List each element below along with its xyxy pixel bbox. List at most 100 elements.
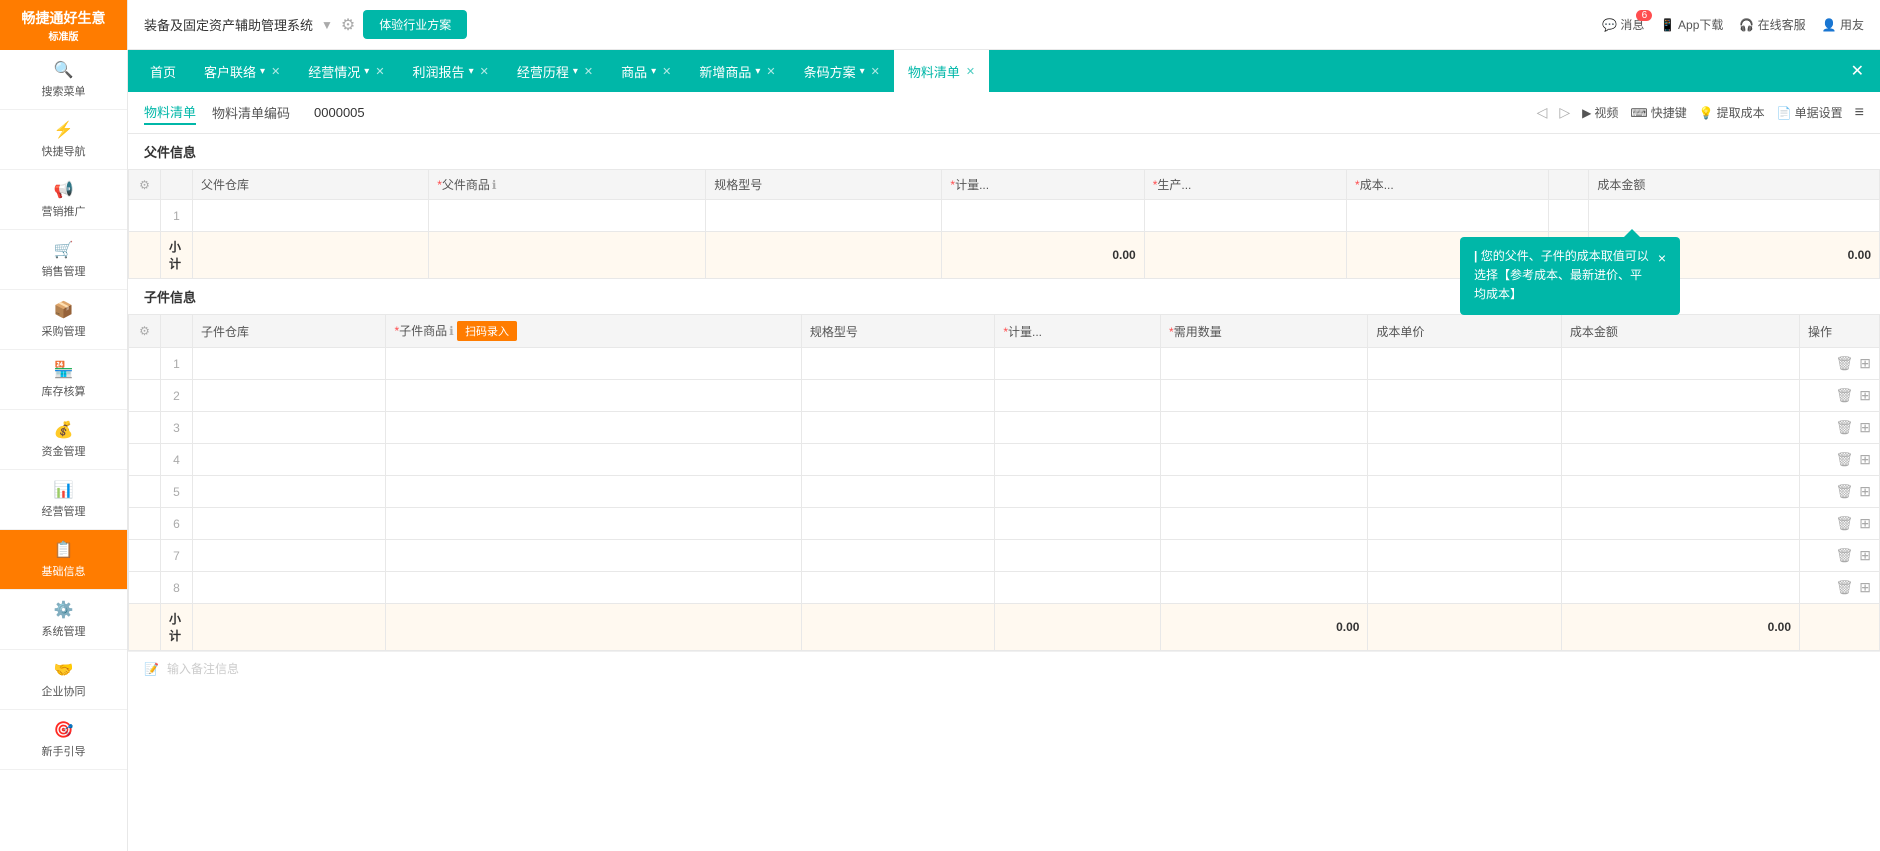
- child-row3-unit-cost[interactable]: [1368, 412, 1561, 444]
- sidebar-item-guide[interactable]: 🎯新手引导: [0, 710, 127, 770]
- child-row4-warehouse[interactable]: [193, 444, 386, 476]
- child-row2-spec[interactable]: [801, 380, 994, 412]
- child-row7-spec[interactable]: [801, 540, 994, 572]
- child-row2-delete-icon[interactable]: 🗑: [1835, 387, 1853, 404]
- child-row7-goods[interactable]: [386, 540, 801, 572]
- settings-gear-icon[interactable]: ⚙: [341, 15, 355, 35]
- parent-row1-spec[interactable]: [706, 200, 942, 232]
- parent-row1-qty[interactable]: [942, 200, 1144, 232]
- nav-tab-bom[interactable]: 物料清单✕: [894, 50, 989, 92]
- parent-row1-produce[interactable]: [1144, 200, 1346, 232]
- nav-tab-profit[interactable]: 利润报告▾✕: [399, 50, 503, 92]
- sidebar-item-enterprise[interactable]: 🤝企业协同: [0, 650, 127, 710]
- tab-close-profit[interactable]: ✕: [480, 65, 489, 78]
- child-row4-needed[interactable]: [1161, 444, 1368, 476]
- child-row3-warehouse[interactable]: [193, 412, 386, 444]
- sidebar-item-search[interactable]: 🔍搜索菜单: [0, 50, 127, 110]
- child-row4-delete-icon[interactable]: 🗑: [1835, 451, 1853, 468]
- child-row6-spec[interactable]: [801, 508, 994, 540]
- sidebar-item-marketing[interactable]: 📢营销推广: [0, 170, 127, 230]
- nav-tab-barcode[interactable]: 条码方案▾✕: [790, 50, 894, 92]
- nav-tab-new-goods[interactable]: 新增商品▾✕: [685, 50, 789, 92]
- child-row8-needed[interactable]: [1161, 572, 1368, 604]
- child-row5-needed[interactable]: [1161, 476, 1368, 508]
- note-placeholder[interactable]: 输入备注信息: [167, 660, 239, 677]
- child-row3-goods[interactable]: [386, 412, 801, 444]
- child-row6-qty[interactable]: [995, 508, 1161, 540]
- nav-tab-business-history[interactable]: 经营历程▾✕: [503, 50, 607, 92]
- tab-close-new-goods[interactable]: ✕: [766, 65, 775, 78]
- message-button[interactable]: 💬 消息 6: [1602, 16, 1644, 33]
- child-row5-goods[interactable]: [386, 476, 801, 508]
- child-row1-goods[interactable]: [386, 348, 801, 380]
- child-row3-delete-icon[interactable]: 🗑: [1835, 419, 1853, 436]
- child-row5-spec[interactable]: [801, 476, 994, 508]
- child-row8-warehouse[interactable]: [193, 572, 386, 604]
- tooltip-close-button[interactable]: ×: [1658, 247, 1666, 269]
- sidebar-item-inventory[interactable]: 🏪库存核算: [0, 350, 127, 410]
- child-row3-spec[interactable]: [801, 412, 994, 444]
- child-row4-unit-cost[interactable]: [1368, 444, 1561, 476]
- child-row4-goods[interactable]: [386, 444, 801, 476]
- sidebar-item-basic-info[interactable]: 📋基础信息: [0, 530, 127, 590]
- nav-next-icon[interactable]: ▷: [1559, 104, 1570, 121]
- child-row5-unit-cost[interactable]: [1368, 476, 1561, 508]
- child-row1-spec[interactable]: [801, 348, 994, 380]
- tab-close-bom[interactable]: ✕: [966, 65, 975, 78]
- child-row6-needed[interactable]: [1161, 508, 1368, 540]
- child-row7-unit-cost[interactable]: [1368, 540, 1561, 572]
- nav-tab-goods[interactable]: 商品▾✕: [607, 50, 685, 92]
- nav-tab-customer[interactable]: 客户联络▾✕: [190, 50, 294, 92]
- child-row4-spec[interactable]: [801, 444, 994, 476]
- tab-close-business-history[interactable]: ✕: [584, 65, 593, 78]
- child-row1-copy-icon[interactable]: ⊞: [1859, 355, 1871, 372]
- extract-cost-button[interactable]: 💡 提取成本: [1699, 104, 1765, 121]
- child-row5-delete-icon[interactable]: 🗑: [1835, 483, 1853, 500]
- shortcut-button[interactable]: ⌨ 快捷键: [1630, 104, 1686, 121]
- nav-prev-icon[interactable]: ◁: [1537, 104, 1548, 121]
- child-row2-unit-cost[interactable]: [1368, 380, 1561, 412]
- child-row1-needed[interactable]: [1161, 348, 1368, 380]
- system-dropdown-icon[interactable]: ▼: [321, 18, 333, 32]
- child-row6-delete-icon[interactable]: 🗑: [1835, 515, 1853, 532]
- child-row2-goods[interactable]: [386, 380, 801, 412]
- sidebar-item-system[interactable]: ⚙️系统管理: [0, 590, 127, 650]
- child-row3-copy-icon[interactable]: ⊞: [1859, 419, 1871, 436]
- child-row2-copy-icon[interactable]: ⊞: [1859, 387, 1871, 404]
- tab-close-barcode[interactable]: ✕: [871, 65, 880, 78]
- sidebar-item-purchase[interactable]: 📦采购管理: [0, 290, 127, 350]
- child-row1-warehouse[interactable]: [193, 348, 386, 380]
- tab-close-customer[interactable]: ✕: [271, 65, 280, 78]
- nav-tab-home[interactable]: 首页: [136, 50, 190, 92]
- child-row4-qty[interactable]: [995, 444, 1161, 476]
- user-info[interactable]: 👤 用友: [1822, 16, 1864, 33]
- view-video-button[interactable]: ▶ 视频: [1582, 104, 1618, 121]
- child-row7-copy-icon[interactable]: ⊞: [1859, 547, 1871, 564]
- child-row8-spec[interactable]: [801, 572, 994, 604]
- child-row2-qty[interactable]: [995, 380, 1161, 412]
- sidebar-item-sales[interactable]: 🛒销售管理: [0, 230, 127, 290]
- child-row3-qty[interactable]: [995, 412, 1161, 444]
- sub-tab-bom[interactable]: 物料清单: [144, 100, 196, 125]
- child-row5-warehouse[interactable]: [193, 476, 386, 508]
- view-toggle-icon[interactable]: ≡: [1855, 104, 1864, 122]
- sidebar-item-operation[interactable]: 📊经营管理: [0, 470, 127, 530]
- child-row6-copy-icon[interactable]: ⊞: [1859, 515, 1871, 532]
- app-download-button[interactable]: 📱 App下载: [1660, 16, 1723, 33]
- tab-close-operation-status[interactable]: ✕: [375, 65, 384, 78]
- single-receipt-button[interactable]: 📄 单据设置: [1777, 104, 1843, 121]
- parent-row1-goods[interactable]: [429, 200, 706, 232]
- child-row1-unit-cost[interactable]: [1368, 348, 1561, 380]
- experience-plan-button[interactable]: 体验行业方案: [363, 10, 467, 39]
- child-row1-qty[interactable]: [995, 348, 1161, 380]
- child-row8-copy-icon[interactable]: ⊞: [1859, 579, 1871, 596]
- child-row6-unit-cost[interactable]: [1368, 508, 1561, 540]
- online-service-button[interactable]: 🎧 在线客服: [1739, 16, 1805, 33]
- nav-close-button[interactable]: ✕: [1843, 61, 1872, 81]
- child-row6-warehouse[interactable]: [193, 508, 386, 540]
- child-row1-delete-icon[interactable]: 🗑: [1835, 355, 1853, 372]
- sub-tab-code[interactable]: 物料清单编码: [212, 101, 290, 124]
- nav-tab-operation-status[interactable]: 经营情况▾✕: [294, 50, 398, 92]
- child-row3-needed[interactable]: [1161, 412, 1368, 444]
- child-row8-delete-icon[interactable]: 🗑: [1835, 579, 1853, 596]
